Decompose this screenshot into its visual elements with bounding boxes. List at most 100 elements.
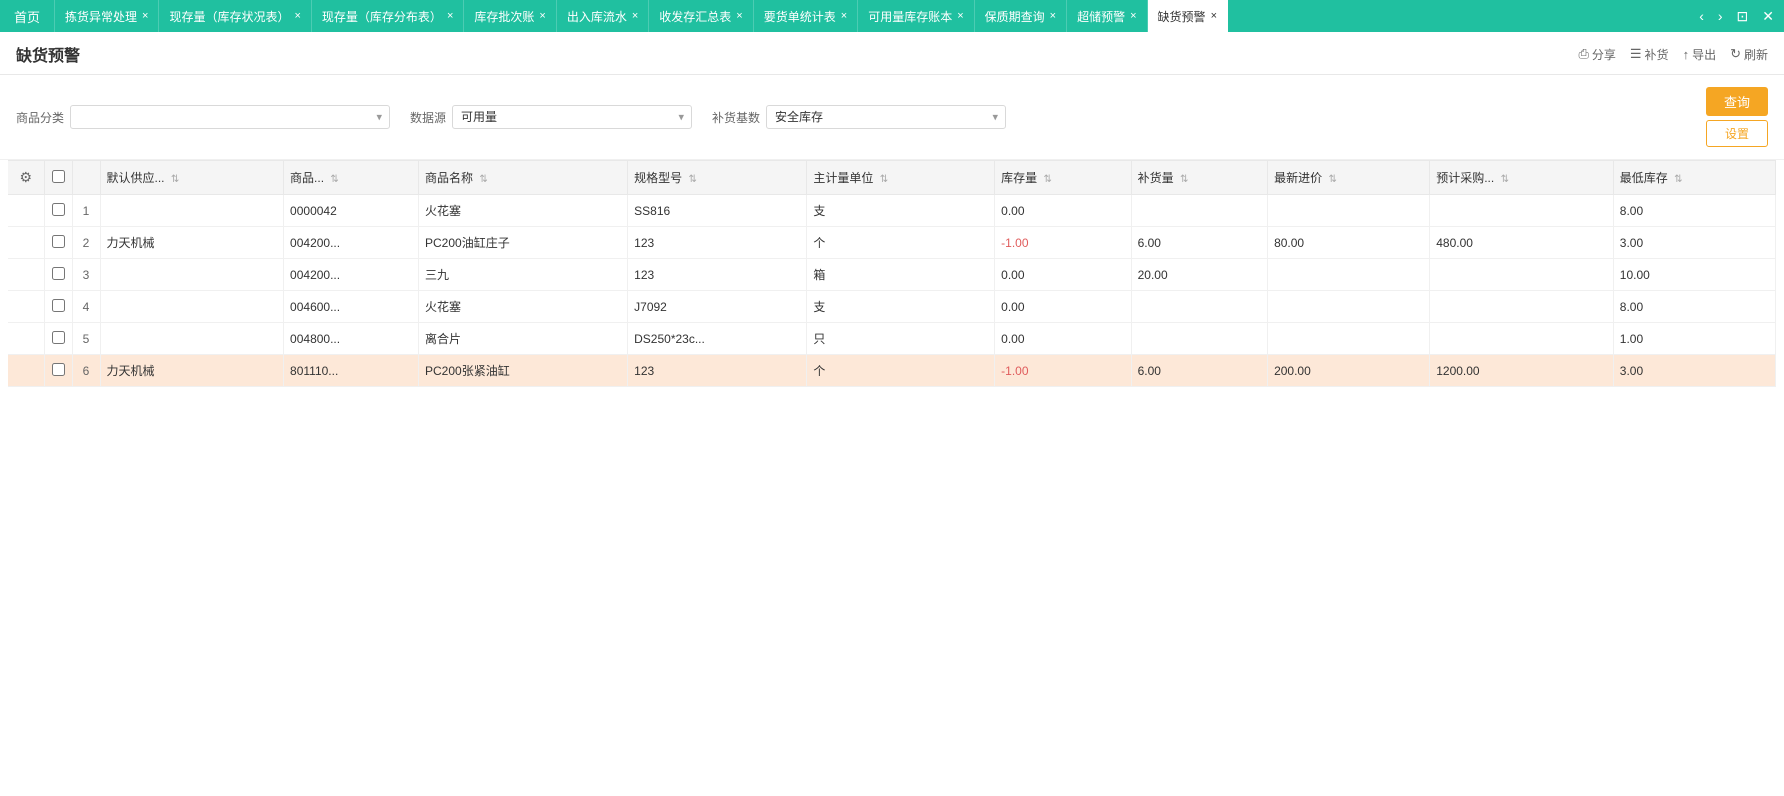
tab-2[interactable]: 现存量（库存状况表） × xyxy=(159,0,311,32)
tab-3-close[interactable]: × xyxy=(447,10,453,22)
th-unit[interactable]: 主计量单位 ⇅ xyxy=(807,161,995,195)
td-check[interactable] xyxy=(44,195,72,227)
tab-4-label: 库存批次账 xyxy=(474,8,534,25)
category-label: 商品分类 xyxy=(16,109,64,126)
export-button[interactable]: ↑ 导出 xyxy=(1683,46,1717,63)
tab-11[interactable]: 缺货预警 × xyxy=(1148,0,1228,32)
category-select[interactable] xyxy=(70,105,390,129)
tab-nav-buttons: ‹ › ⊡ ✕ xyxy=(1693,6,1784,27)
td-name: 三九 xyxy=(419,259,628,291)
gear-icon[interactable]: ⚙ xyxy=(19,169,32,185)
table-row: 3 004200... 三九 123 箱 0.00 20.00 10.00 xyxy=(8,259,1776,291)
tab-1[interactable]: 拣货异常处理 × xyxy=(55,0,159,32)
td-check[interactable] xyxy=(44,291,72,323)
th-name[interactable]: 商品名称 ⇅ xyxy=(419,161,628,195)
table-header-row: ⚙ 默认供应... ⇅ 商品... ⇅ 商品名称 xyxy=(8,161,1776,195)
td-spec: DS250*23c... xyxy=(628,323,807,355)
row-checkbox[interactable] xyxy=(52,267,65,280)
td-no: 6 xyxy=(72,355,100,387)
td-latest-price xyxy=(1268,291,1430,323)
tab-3[interactable]: 现存量（库存分布表） × xyxy=(312,0,464,32)
tab-7-close[interactable]: × xyxy=(841,10,847,22)
th-stock[interactable]: 库存量 ⇅ xyxy=(995,161,1131,195)
row-checkbox[interactable] xyxy=(52,203,65,216)
share-icon: ⎙ xyxy=(1578,46,1588,62)
td-check[interactable] xyxy=(44,323,72,355)
tab-9-close[interactable]: × xyxy=(1050,10,1056,22)
td-check[interactable] xyxy=(44,355,72,387)
td-code: 004600... xyxy=(284,291,419,323)
th-check xyxy=(44,161,72,195)
td-stock: 0.00 xyxy=(995,323,1131,355)
settings-button[interactable]: 设置 xyxy=(1706,120,1768,147)
datasource-select-wrap: 可用量 xyxy=(452,105,692,129)
td-min-stock: 3.00 xyxy=(1613,355,1775,387)
th-code-label: 商品... xyxy=(290,171,324,185)
tab-close-all-button[interactable]: ✕ xyxy=(1756,6,1780,27)
tab-8-close[interactable]: × xyxy=(957,10,963,22)
th-estimated-purchase[interactable]: 预计采购... ⇅ xyxy=(1430,161,1614,195)
tab-4-close[interactable]: × xyxy=(539,10,545,22)
tab-restore-button[interactable]: ⊡ xyxy=(1731,6,1755,27)
datasource-select[interactable]: 可用量 xyxy=(452,105,692,129)
tab-6-close[interactable]: × xyxy=(736,10,742,22)
th-supplier[interactable]: 默认供应... ⇅ xyxy=(100,161,284,195)
tab-1-label: 拣货异常处理 xyxy=(65,8,137,25)
tab-home[interactable]: 首页 xyxy=(0,0,55,32)
th-stock-label: 库存量 xyxy=(1001,171,1037,185)
td-estimated-purchase xyxy=(1430,291,1614,323)
row-checkbox[interactable] xyxy=(52,331,65,344)
check-all-checkbox[interactable] xyxy=(52,170,65,183)
th-min-stock[interactable]: 最低库存 ⇅ xyxy=(1613,161,1775,195)
tab-11-label: 缺货预警 xyxy=(1158,8,1206,25)
page-title: 缺货预警 xyxy=(16,42,80,66)
td-latest-price xyxy=(1268,195,1430,227)
unit-sort-icon: ⇅ xyxy=(880,174,888,185)
td-latest-price xyxy=(1268,259,1430,291)
row-checkbox[interactable] xyxy=(52,363,65,376)
th-code[interactable]: 商品... ⇅ xyxy=(284,161,419,195)
th-supplement[interactable]: 补货量 ⇅ xyxy=(1131,161,1267,195)
tab-4[interactable]: 库存批次账 × xyxy=(464,0,556,32)
th-gear[interactable]: ⚙ xyxy=(8,161,44,195)
supplement-base-select[interactable]: 安全库存 xyxy=(766,105,1006,129)
tab-next-button[interactable]: › xyxy=(1712,6,1729,26)
td-supplement xyxy=(1131,323,1267,355)
td-supplement: 6.00 xyxy=(1131,227,1267,259)
data-table: ⚙ 默认供应... ⇅ 商品... ⇅ 商品名称 xyxy=(8,160,1776,387)
datasource-filter-group: 数据源 可用量 xyxy=(410,105,692,129)
refresh-label: 刷新 xyxy=(1744,46,1768,63)
row-checkbox[interactable] xyxy=(52,299,65,312)
th-spec[interactable]: 规格型号 ⇅ xyxy=(628,161,807,195)
query-button[interactable]: 查询 xyxy=(1706,87,1768,116)
table-row: 4 004600... 火花塞 J7092 支 0.00 8.00 xyxy=(8,291,1776,323)
td-check[interactable] xyxy=(44,227,72,259)
td-gear xyxy=(8,323,44,355)
refresh-button[interactable]: ↻ 刷新 xyxy=(1730,46,1768,63)
tab-5-close[interactable]: × xyxy=(632,10,638,22)
td-name: PC200张紧油缸 xyxy=(419,355,628,387)
th-supplier-label: 默认供应... xyxy=(107,171,165,185)
tab-6[interactable]: 收发存汇总表 × xyxy=(649,0,753,32)
th-no xyxy=(72,161,100,195)
th-min-stock-label: 最低库存 xyxy=(1620,171,1668,185)
tab-2-close[interactable]: × xyxy=(294,10,300,22)
tab-8[interactable]: 可用量库存账本 × xyxy=(858,0,974,32)
tab-prev-button[interactable]: ‹ xyxy=(1693,6,1710,26)
tab-7[interactable]: 要货单统计表 × xyxy=(754,0,858,32)
td-name: PC200油缸庄子 xyxy=(419,227,628,259)
tab-5[interactable]: 出入库流水 × xyxy=(557,0,649,32)
td-unit: 只 xyxy=(807,323,995,355)
share-button[interactable]: ⎙ 分享 xyxy=(1578,46,1615,63)
tab-10-close[interactable]: × xyxy=(1130,10,1136,22)
tab-8-label: 可用量库存账本 xyxy=(868,8,952,25)
supplement-button[interactable]: ☰ 补货 xyxy=(1630,46,1669,63)
td-supplier: 力天机械 xyxy=(100,227,284,259)
tab-9[interactable]: 保质期查询 × xyxy=(975,0,1067,32)
th-latest-price[interactable]: 最新进价 ⇅ xyxy=(1268,161,1430,195)
tab-11-close[interactable]: × xyxy=(1211,10,1217,22)
tab-1-close[interactable]: × xyxy=(142,10,148,22)
tab-10[interactable]: 超储预警 × xyxy=(1067,0,1147,32)
row-checkbox[interactable] xyxy=(52,235,65,248)
td-check[interactable] xyxy=(44,259,72,291)
